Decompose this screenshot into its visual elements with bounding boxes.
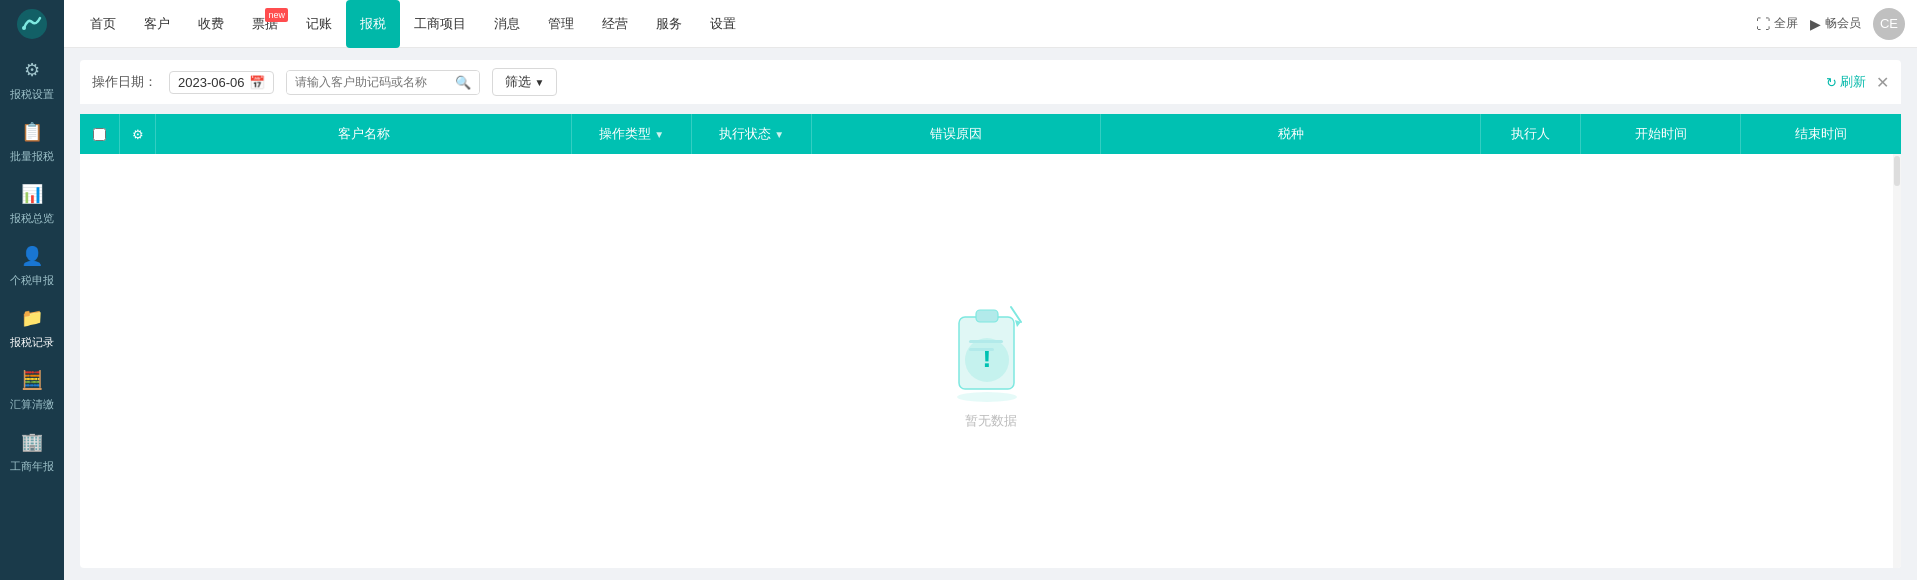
svg-point-1 bbox=[22, 26, 26, 30]
sidebar-item-label: 报税记录 bbox=[10, 335, 54, 350]
select-all-checkbox[interactable] bbox=[93, 128, 106, 141]
date-label: 操作日期： bbox=[92, 73, 157, 91]
person-icon: 👤 bbox=[18, 242, 46, 270]
sidebar-item-label: 批量报税 bbox=[10, 149, 54, 164]
nav-item-operations[interactable]: 经营 bbox=[588, 0, 642, 48]
nav-item-tax[interactable]: 报税 bbox=[346, 0, 400, 48]
th-executor: 执行人 bbox=[1481, 114, 1581, 154]
close-button[interactable]: ✕ bbox=[1876, 73, 1889, 92]
sidebar-item-huisuan-jiaona[interactable]: 🧮 汇算清缴 bbox=[0, 358, 64, 420]
avatar[interactable]: CE bbox=[1873, 8, 1905, 40]
table-body: ! 暂无数据 bbox=[80, 154, 1901, 568]
filter-button[interactable]: 筛选 ▼ bbox=[492, 68, 558, 96]
sidebar-item-baoshui-jilu[interactable]: 📁 报税记录 bbox=[0, 296, 64, 358]
th-status: 执行状态 ▼ bbox=[692, 114, 812, 154]
record-icon: 📁 bbox=[18, 304, 46, 332]
sidebar-item-baoshui-zonglou[interactable]: 📊 报税总览 bbox=[0, 172, 64, 234]
refresh-button[interactable]: ↻ 刷新 bbox=[1826, 73, 1866, 91]
sidebar-item-label: 汇算清缴 bbox=[10, 397, 54, 412]
sidebar-item-label: 报税设置 bbox=[10, 87, 54, 102]
th-tax: 税种 bbox=[1101, 114, 1481, 154]
sort-icon-status: ▼ bbox=[774, 129, 784, 140]
svg-rect-6 bbox=[969, 340, 1003, 343]
sidebar: ⚙ 报税设置 📋 批量报税 📊 报税总览 👤 个税申报 📁 报税记录 🧮 汇算清… bbox=[0, 0, 64, 580]
svg-point-10 bbox=[957, 392, 1017, 402]
member-button[interactable]: ▶ 畅会员 bbox=[1810, 15, 1861, 32]
empty-state: ! 暂无数据 bbox=[921, 272, 1061, 450]
sort-icon-type: ▼ bbox=[654, 129, 664, 140]
sidebar-item-label: 工商年报 bbox=[10, 459, 54, 474]
search-icon: 🔍 bbox=[455, 75, 471, 90]
th-start-time: 开始时间 bbox=[1581, 114, 1741, 154]
toolbar: 操作日期： 2023-06-06 📅 🔍 筛选 ▼ ↻ 刷新 ✕ bbox=[80, 60, 1901, 104]
empty-illustration: ! bbox=[941, 292, 1041, 402]
table-header: ⚙ 客户名称 操作类型 ▼ 执行状态 ▼ 错误原因 税种 bbox=[80, 114, 1901, 154]
nav-item-fees[interactable]: 收费 bbox=[184, 0, 238, 48]
svg-text:!: ! bbox=[982, 342, 991, 373]
sidebar-item-label: 个税申报 bbox=[10, 273, 54, 288]
fullscreen-button[interactable]: ⛶ 全屏 bbox=[1756, 15, 1798, 32]
nav-item-service[interactable]: 服务 bbox=[642, 0, 696, 48]
table-scrollbar[interactable] bbox=[1893, 154, 1901, 568]
main-content: 首页 客户 收费 票据 new 记账 报税 工商项目 消息 bbox=[64, 0, 1917, 580]
table-container: ⚙ 客户名称 操作类型 ▼ 执行状态 ▼ 错误原因 税种 bbox=[80, 114, 1901, 568]
svg-point-0 bbox=[17, 9, 47, 39]
date-picker[interactable]: 2023-06-06 📅 bbox=[169, 71, 274, 94]
chevron-down-icon: ▼ bbox=[535, 77, 545, 88]
content-area: 操作日期： 2023-06-06 📅 🔍 筛选 ▼ ↻ 刷新 ✕ bbox=[64, 48, 1917, 580]
building-icon: 🏢 bbox=[18, 428, 46, 456]
overview-icon: 📊 bbox=[18, 180, 46, 208]
settings-icon: ⚙ bbox=[18, 56, 46, 84]
calc-icon: 🧮 bbox=[18, 366, 46, 394]
sidebar-item-piliang-baoshui[interactable]: 📋 批量报税 bbox=[0, 110, 64, 172]
nav-item-home[interactable]: 首页 bbox=[76, 0, 130, 48]
svg-rect-7 bbox=[969, 348, 994, 351]
scroll-thumb bbox=[1894, 156, 1900, 186]
fullscreen-icon: ⛶ bbox=[1756, 16, 1770, 32]
nav-item-messages[interactable]: 消息 bbox=[480, 0, 534, 48]
nav-item-accounting[interactable]: 记账 bbox=[292, 0, 346, 48]
new-badge: new bbox=[265, 8, 288, 22]
sidebar-item-gongshang-nianbao[interactable]: 🏢 工商年报 bbox=[0, 420, 64, 482]
th-checkbox[interactable] bbox=[80, 114, 120, 154]
th-error: 错误原因 bbox=[812, 114, 1101, 154]
nav-item-industrial[interactable]: 工商项目 bbox=[400, 0, 480, 48]
sidebar-item-geshuishenb[interactable]: 👤 个税申报 bbox=[0, 234, 64, 296]
topnav-right: ⛶ 全屏 ▶ 畅会员 CE bbox=[1756, 8, 1905, 40]
sidebar-item-baoshui-shezhi[interactable]: ⚙ 报税设置 bbox=[0, 48, 64, 110]
calendar-icon: 📅 bbox=[249, 75, 265, 90]
column-settings-icon: ⚙ bbox=[132, 127, 144, 142]
batch-icon: 📋 bbox=[18, 118, 46, 146]
svg-rect-3 bbox=[976, 310, 998, 322]
th-type: 操作类型 ▼ bbox=[572, 114, 692, 154]
member-icon: ▶ bbox=[1810, 16, 1821, 32]
refresh-icon: ↻ bbox=[1826, 75, 1837, 90]
top-navigation: 首页 客户 收费 票据 new 记账 报税 工商项目 消息 bbox=[64, 0, 1917, 48]
nav-items: 首页 客户 收费 票据 new 记账 报税 工商项目 消息 bbox=[76, 0, 1756, 48]
nav-item-management[interactable]: 管理 bbox=[534, 0, 588, 48]
nav-item-client[interactable]: 客户 bbox=[130, 0, 184, 48]
th-name: 客户名称 bbox=[156, 114, 572, 154]
nav-item-settings[interactable]: 设置 bbox=[696, 0, 750, 48]
th-end-time: 结束时间 bbox=[1741, 114, 1901, 154]
search-button[interactable]: 🔍 bbox=[447, 71, 479, 94]
search-input[interactable] bbox=[287, 71, 447, 93]
nav-item-invoice[interactable]: 票据 new bbox=[238, 0, 292, 48]
sidebar-item-label: 报税总览 bbox=[10, 211, 54, 226]
search-box: 🔍 bbox=[286, 70, 480, 95]
sidebar-logo bbox=[0, 0, 64, 48]
th-settings[interactable]: ⚙ bbox=[120, 114, 156, 154]
empty-text: 暂无数据 bbox=[965, 412, 1017, 430]
toolbar-right: ↻ 刷新 ✕ bbox=[1826, 73, 1889, 92]
